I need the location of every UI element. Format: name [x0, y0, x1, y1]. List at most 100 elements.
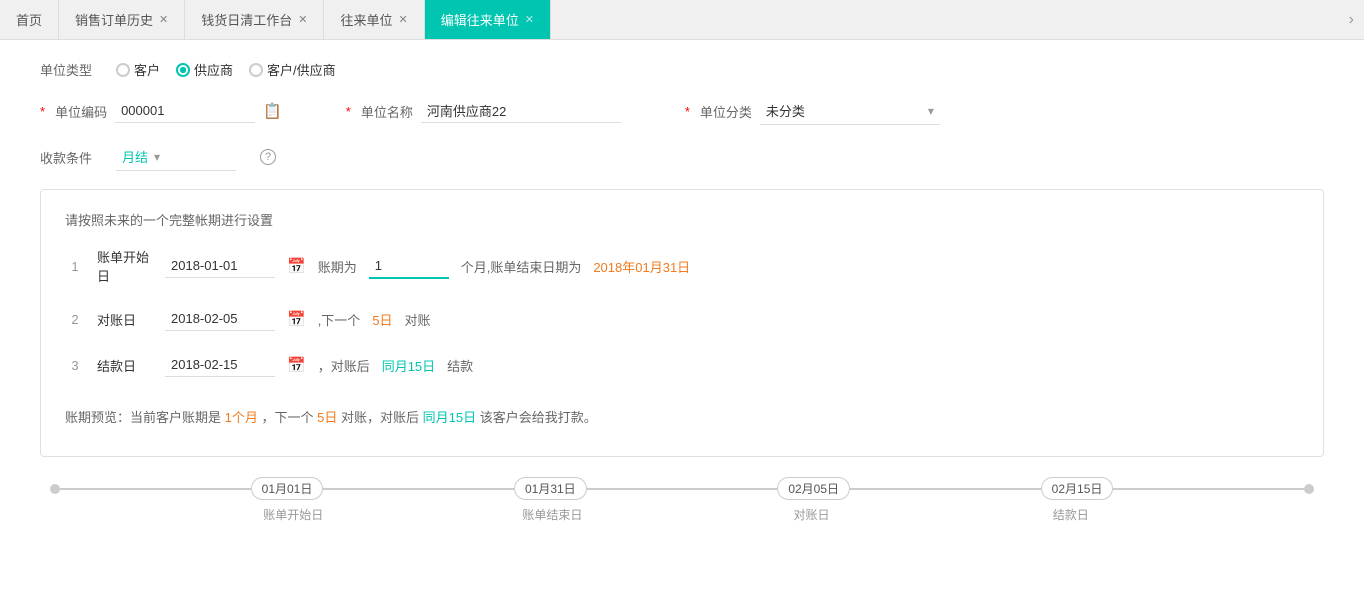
summary-part3: 同月15日 [423, 410, 476, 425]
reconcile-date-input[interactable] [165, 307, 275, 331]
name-label: 单位名称 [361, 102, 413, 121]
period-label-3: 结款日 [97, 356, 153, 375]
radio-customer-circle [116, 63, 130, 77]
settlement-prefix: ，对账后 [318, 356, 370, 375]
tab-counterpart[interactable]: 往来单位 ✕ [324, 0, 424, 39]
unit-type-label: 单位类型 [40, 60, 92, 79]
period-end-date: 2018年01月31日 [593, 257, 690, 276]
main-content: 单位类型 客户 供应商 客户/供应商 * 单位编码 📋 * 单位名称 [0, 40, 1364, 608]
summary-row: 账期预览：当前客户账期是 1个月 ，下一个 5日 对账，对账后 同月15日 该客… [65, 397, 1299, 426]
settlement-date-input[interactable] [165, 353, 275, 377]
category-required: * [685, 104, 690, 119]
payment-value: 月结 [122, 147, 148, 166]
timeline-label-3: 对账日 [794, 508, 830, 522]
unit-type-row: 单位类型 客户 供应商 客户/供应商 [40, 60, 1324, 79]
tab-scroll-right[interactable]: › [1339, 0, 1364, 39]
tab-edit-counterpart[interactable]: 编辑往来单位 ✕ [425, 0, 551, 39]
timeline-label-1: 账单开始日 [263, 508, 323, 522]
timeline-node-3: 02月05日 [777, 477, 850, 500]
start-date-calendar-icon[interactable]: 📅 [287, 257, 306, 275]
tab-sales-history-label: 销售订单历史 [75, 10, 153, 29]
period-num-1: 1 [65, 259, 85, 274]
settlement-calendar-icon[interactable]: 📅 [287, 356, 306, 374]
summary-part1: 1个月 [225, 410, 258, 425]
radio-both[interactable]: 客户/供应商 [249, 60, 336, 79]
timeline-node-1: 01月01日 [251, 477, 324, 500]
period-row-3: 3 结款日 📅 ，对账后 同月15日 结款 [65, 353, 1299, 377]
reconcile-calendar-icon[interactable]: 📅 [287, 310, 306, 328]
category-dropdown-icon: ▾ [928, 104, 934, 118]
radio-customer[interactable]: 客户 [116, 60, 160, 79]
tab-workbench[interactable]: 钱货日清工作台 ✕ [185, 0, 324, 39]
name-input[interactable] [421, 99, 621, 123]
timeline-label-2: 账单结束日 [522, 508, 582, 522]
radio-supplier[interactable]: 供应商 [176, 60, 233, 79]
timeline-label-4: 结款日 [1053, 508, 1089, 522]
radio-both-label: 客户/供应商 [267, 60, 336, 79]
period-label-2: 对账日 [97, 310, 153, 329]
name-required: * [346, 104, 351, 119]
close-icon[interactable]: ✕ [159, 13, 168, 26]
close-active-icon[interactable]: ✕ [525, 13, 534, 26]
code-name-category-row: * 单位编码 📋 * 单位名称 * 单位分类 未分类 ▾ [40, 97, 1324, 125]
start-date-input[interactable] [165, 254, 275, 278]
timeline-badge-4: 02月15日 [1041, 477, 1114, 500]
summary-mid1: ，下一个 [262, 410, 314, 425]
timeline-dot-end [1304, 484, 1314, 494]
name-field-group: * 单位名称 [346, 99, 621, 123]
period-title: 请按照未来的一个完整帐期进行设置 [65, 210, 1299, 229]
radio-supplier-label: 供应商 [194, 60, 233, 79]
tab-sales-history[interactable]: 销售订单历史 ✕ [59, 0, 185, 39]
timeline-line-5 [1113, 488, 1304, 490]
document-icon[interactable]: 📋 [263, 102, 282, 120]
radio-group: 客户 供应商 客户/供应商 [116, 60, 336, 79]
summary-prefix: 账期预览：当前客户账期是 [65, 410, 221, 425]
timeline-node-4: 02月15日 [1041, 477, 1114, 500]
tab-edit-label: 编辑往来单位 [441, 10, 519, 29]
radio-supplier-circle [176, 63, 190, 77]
timeline-section: 01月01日 01月31日 02月05日 02月15日 账单开始日 [40, 477, 1324, 523]
code-label: 单位编码 [55, 102, 107, 121]
settlement-highlight: 同月15日 [382, 356, 435, 375]
summary-part2: 5日 [317, 410, 337, 425]
timeline-line-4 [850, 488, 1041, 490]
tab-workbench-label: 钱货日清工作台 [201, 10, 292, 29]
period-month-prefix: 账期为 [318, 257, 357, 276]
timeline-badge-1: 01月01日 [251, 477, 324, 500]
payment-dropdown-icon: ▾ [154, 150, 160, 164]
settlement-suffix: 结款 [447, 356, 473, 375]
timeline-badge-3: 02月05日 [777, 477, 850, 500]
period-row-1: 1 账单开始日 📅 账期为 个月,账单结束日期为 2018年01月31日 [65, 247, 1299, 285]
tabs-bar: 首页 销售订单历史 ✕ 钱货日清工作台 ✕ 往来单位 ✕ 编辑往来单位 ✕ › [0, 0, 1364, 40]
code-required: * [40, 104, 45, 119]
reconcile-suffix: 对账 [405, 310, 431, 329]
close-icon[interactable]: ✕ [298, 13, 307, 26]
payment-row: 收款条件 月结 ▾ ? [40, 143, 1324, 171]
period-label-1: 账单开始日 [97, 247, 153, 285]
help-icon[interactable]: ? [260, 149, 276, 165]
timeline-dot-start [50, 484, 60, 494]
period-row-2: 2 对账日 📅 ,下一个 5日 对账 [65, 307, 1299, 331]
payment-select[interactable]: 月结 ▾ [116, 143, 236, 171]
summary-mid2: 对账，对账后 [341, 410, 419, 425]
month-input[interactable] [369, 254, 449, 279]
tab-counterpart-label: 往来单位 [340, 10, 392, 29]
tab-home[interactable]: 首页 [0, 0, 59, 39]
category-select[interactable]: 未分类 ▾ [760, 97, 940, 125]
timeline-badge-2: 01月31日 [514, 477, 587, 500]
period-num-3: 3 [65, 358, 85, 373]
period-num-2: 2 [65, 312, 85, 327]
radio-both-circle [249, 63, 263, 77]
timeline-line-1 [60, 488, 251, 490]
category-value: 未分类 [766, 101, 805, 120]
reconcile-prefix: ,下一个 [318, 310, 361, 329]
summary-suffix: 该客户会给我打款。 [480, 410, 597, 425]
code-field-group: * 单位编码 📋 [40, 99, 282, 123]
radio-customer-label: 客户 [134, 60, 160, 79]
code-input[interactable] [115, 99, 255, 123]
period-box: 请按照未来的一个完整帐期进行设置 1 账单开始日 📅 账期为 个月,账单结束日期… [40, 189, 1324, 457]
payment-label: 收款条件 [40, 148, 92, 167]
reconcile-highlight: 5日 [372, 310, 392, 329]
category-field-group: * 单位分类 未分类 ▾ [685, 97, 940, 125]
close-icon[interactable]: ✕ [399, 13, 408, 26]
